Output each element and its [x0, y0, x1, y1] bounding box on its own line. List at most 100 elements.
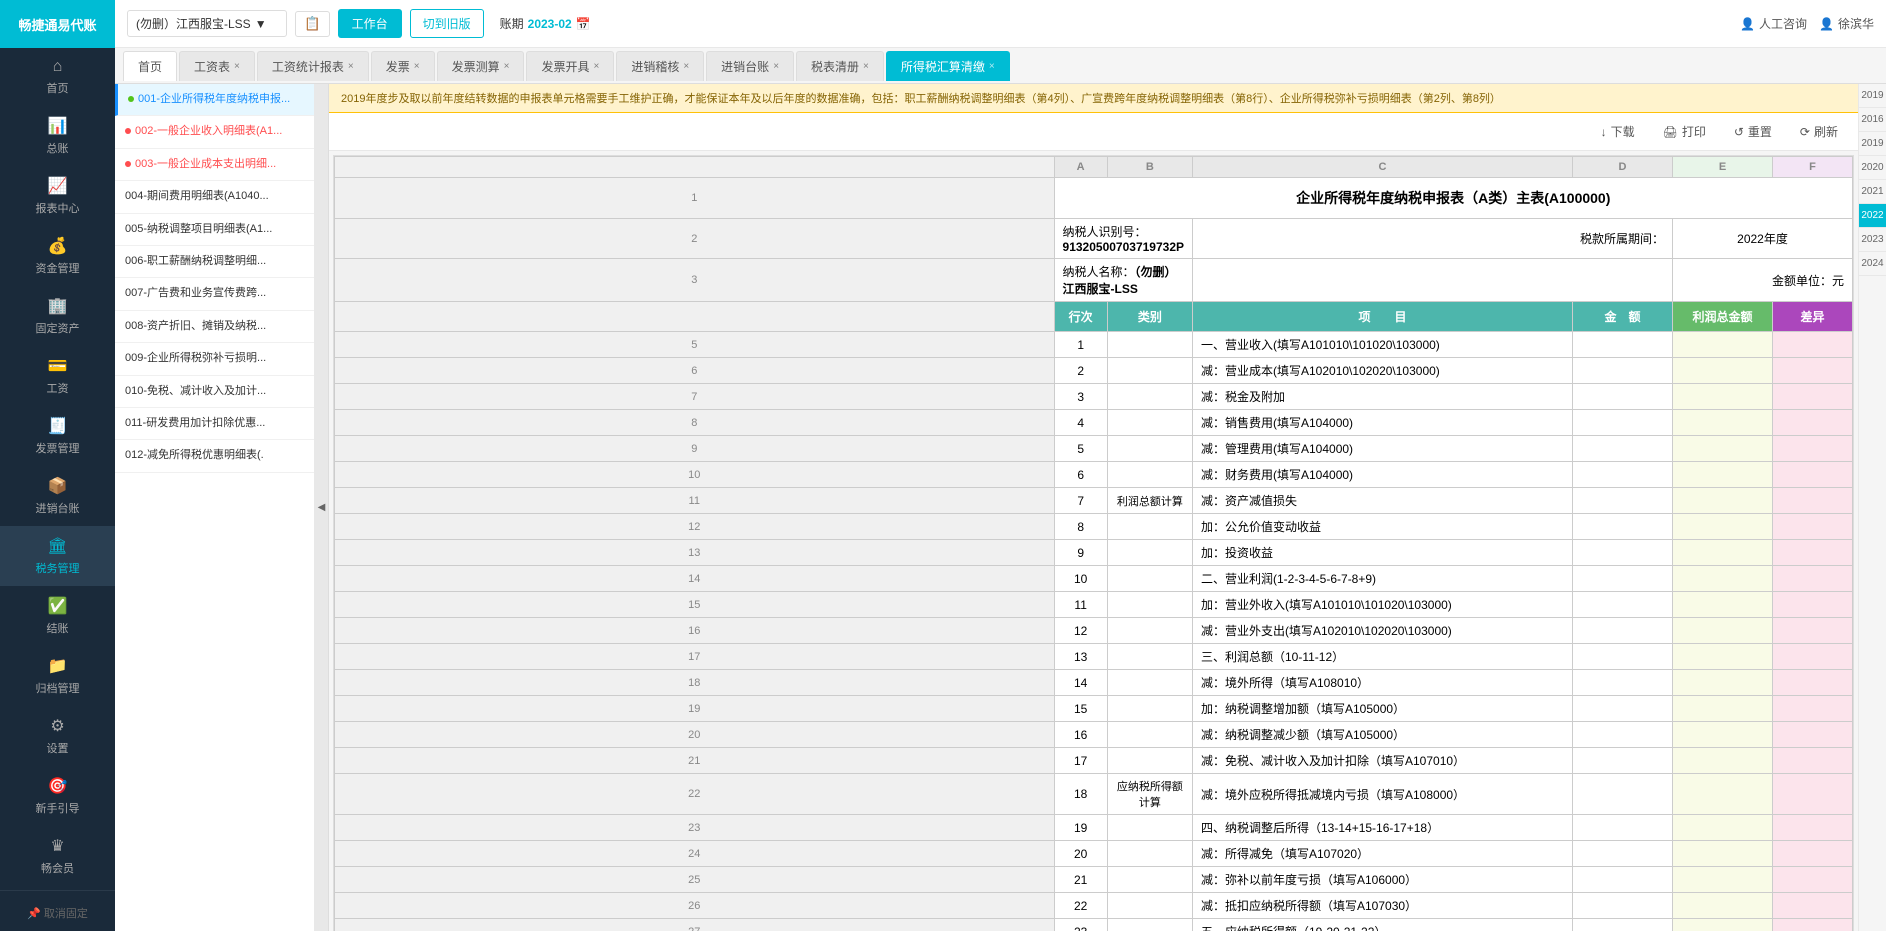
row-diff-20[interactable] [1773, 867, 1853, 893]
ai-consult[interactable]: 👤 人工咨询 [1740, 15, 1807, 32]
row-profit-22[interactable] [1673, 919, 1773, 931]
row-amount-2[interactable] [1573, 384, 1673, 410]
row-diff-17[interactable] [1773, 774, 1853, 815]
row-diff-6[interactable] [1773, 488, 1853, 514]
row-amount-4[interactable] [1573, 436, 1673, 462]
row-amount-22[interactable] [1573, 919, 1673, 931]
row-amount-19[interactable] [1573, 841, 1673, 867]
panel-item-005[interactable]: 005-纳税调整项目明细表(A1... [115, 214, 314, 246]
row-diff-14[interactable] [1773, 696, 1853, 722]
copy-button[interactable]: 📋 [295, 11, 330, 37]
sidebar-unpin[interactable]: 📌 取消固定 [0, 895, 115, 931]
tab-close-income_tax[interactable]: × [989, 61, 995, 72]
sidebar-item-settle[interactable]: ✅结账 [0, 586, 115, 646]
row-profit-16[interactable] [1673, 748, 1773, 774]
sidebar-item-home[interactable]: ⌂首页 [0, 48, 115, 106]
panel-item-006[interactable]: 006-职工薪酬纳税调整明细... [115, 246, 314, 278]
sidebar-item-purchase[interactable]: 📦进销台账 [0, 466, 115, 526]
row-amount-7[interactable] [1573, 514, 1673, 540]
tab-invoice_mgr[interactable]: 发票× [371, 51, 435, 81]
reset-button[interactable]: ↺ 重置 [1726, 119, 1780, 144]
sidebar-item-salary[interactable]: 💳工资 [0, 346, 115, 406]
row-diff-7[interactable] [1773, 514, 1853, 540]
row-diff-19[interactable] [1773, 841, 1853, 867]
row-profit-13[interactable] [1673, 670, 1773, 696]
tab-close-salary_report[interactable]: × [348, 61, 354, 72]
row-diff-0[interactable] [1773, 332, 1853, 358]
tab-purchase_ledger[interactable]: 进销台账× [706, 51, 794, 81]
tab-close-purchase_check[interactable]: × [683, 61, 689, 72]
panel-item-011[interactable]: 011-研发费用加计扣除优惠... [115, 408, 314, 440]
row-diff-1[interactable] [1773, 358, 1853, 384]
row-profit-2[interactable] [1673, 384, 1773, 410]
refresh-button[interactable]: ⟳ 刷新 [1792, 119, 1846, 144]
panel-item-010[interactable]: 010-免税、减计收入及加计... [115, 376, 314, 408]
timeline-year-2021[interactable]: 2021 [1859, 180, 1886, 204]
workbench-button[interactable]: 工作台 [338, 9, 402, 38]
row-diff-13[interactable] [1773, 670, 1853, 696]
row-amount-14[interactable] [1573, 696, 1673, 722]
row-amount-13[interactable] [1573, 670, 1673, 696]
user-profile[interactable]: 👤 徐滨华 [1819, 15, 1874, 32]
row-profit-18[interactable] [1673, 815, 1773, 841]
row-diff-18[interactable] [1773, 815, 1853, 841]
tab-close-purchase_ledger[interactable]: × [773, 61, 779, 72]
row-amount-6[interactable] [1573, 488, 1673, 514]
tab-invoice_calc[interactable]: 发票测算× [437, 51, 525, 81]
row-profit-7[interactable] [1673, 514, 1773, 540]
row-amount-8[interactable] [1573, 540, 1673, 566]
sidebar-item-asset[interactable]: 💰资金管理 [0, 226, 115, 286]
sidebar-item-ledger[interactable]: 📊总账 [0, 106, 115, 166]
row-amount-21[interactable] [1573, 893, 1673, 919]
timeline-year-2016[interactable]: 2016 [1859, 108, 1886, 132]
row-amount-0[interactable] [1573, 332, 1673, 358]
row-diff-15[interactable] [1773, 722, 1853, 748]
tab-tax_clear[interactable]: 税表清册× [796, 51, 884, 81]
tab-purchase_check[interactable]: 进销稽核× [616, 51, 704, 81]
timeline-year-2022[interactable]: 2022 [1859, 204, 1886, 228]
timeline-year-2019[interactable]: 2019 [1859, 84, 1886, 108]
tab-close-invoice_open[interactable]: × [593, 61, 599, 72]
row-profit-14[interactable] [1673, 696, 1773, 722]
download-button[interactable]: ↓ 下载 [1593, 119, 1643, 144]
tab-close-salary[interactable]: × [234, 61, 240, 72]
company-selector[interactable]: (勿删）江西服宝-LSS ▼ [127, 10, 287, 37]
old-version-button[interactable]: 切到旧版 [410, 9, 484, 38]
row-diff-12[interactable] [1773, 644, 1853, 670]
row-diff-16[interactable] [1773, 748, 1853, 774]
row-profit-21[interactable] [1673, 893, 1773, 919]
row-amount-16[interactable] [1573, 748, 1673, 774]
print-button[interactable]: 🖨 打印 [1655, 119, 1714, 144]
row-diff-5[interactable] [1773, 462, 1853, 488]
sidebar-item-guide[interactable]: 🎯新手引导 [0, 766, 115, 826]
row-profit-10[interactable] [1673, 592, 1773, 618]
row-profit-20[interactable] [1673, 867, 1773, 893]
tab-close-invoice_mgr[interactable]: × [414, 61, 420, 72]
row-profit-4[interactable] [1673, 436, 1773, 462]
panel-item-003[interactable]: 003-一般企业成本支出明细... [115, 149, 314, 181]
row-amount-17[interactable] [1573, 774, 1673, 815]
tab-invoice_open[interactable]: 发票开具× [526, 51, 614, 81]
row-amount-15[interactable] [1573, 722, 1673, 748]
tab-close-tax_clear[interactable]: × [863, 61, 869, 72]
row-profit-9[interactable] [1673, 566, 1773, 592]
timeline-year-2019[interactable]: 2019 [1859, 132, 1886, 156]
tab-salary_report[interactable]: 工资统计报表× [257, 51, 369, 81]
row-diff-10[interactable] [1773, 592, 1853, 618]
row-profit-15[interactable] [1673, 722, 1773, 748]
row-amount-12[interactable] [1573, 644, 1673, 670]
sidebar-item-member[interactable]: ♛畅会员 [0, 826, 115, 886]
row-diff-11[interactable] [1773, 618, 1853, 644]
sidebar-item-settings[interactable]: ⚙设置 [0, 706, 115, 766]
timeline-year-2024[interactable]: 2024 [1859, 252, 1886, 276]
panel-item-009[interactable]: 009-企业所得税弥补亏损明... [115, 343, 314, 375]
row-profit-8[interactable] [1673, 540, 1773, 566]
row-diff-3[interactable] [1773, 410, 1853, 436]
row-amount-20[interactable] [1573, 867, 1673, 893]
timeline-year-2020[interactable]: 2020 [1859, 156, 1886, 180]
panel-item-012[interactable]: 012-减免所得税优惠明细表(. [115, 440, 314, 472]
collapse-button[interactable]: ◀ [315, 84, 329, 931]
tab-close-invoice_calc[interactable]: × [504, 61, 510, 72]
row-profit-12[interactable] [1673, 644, 1773, 670]
panel-item-008[interactable]: 008-资产折旧、摊销及纳税... [115, 311, 314, 343]
